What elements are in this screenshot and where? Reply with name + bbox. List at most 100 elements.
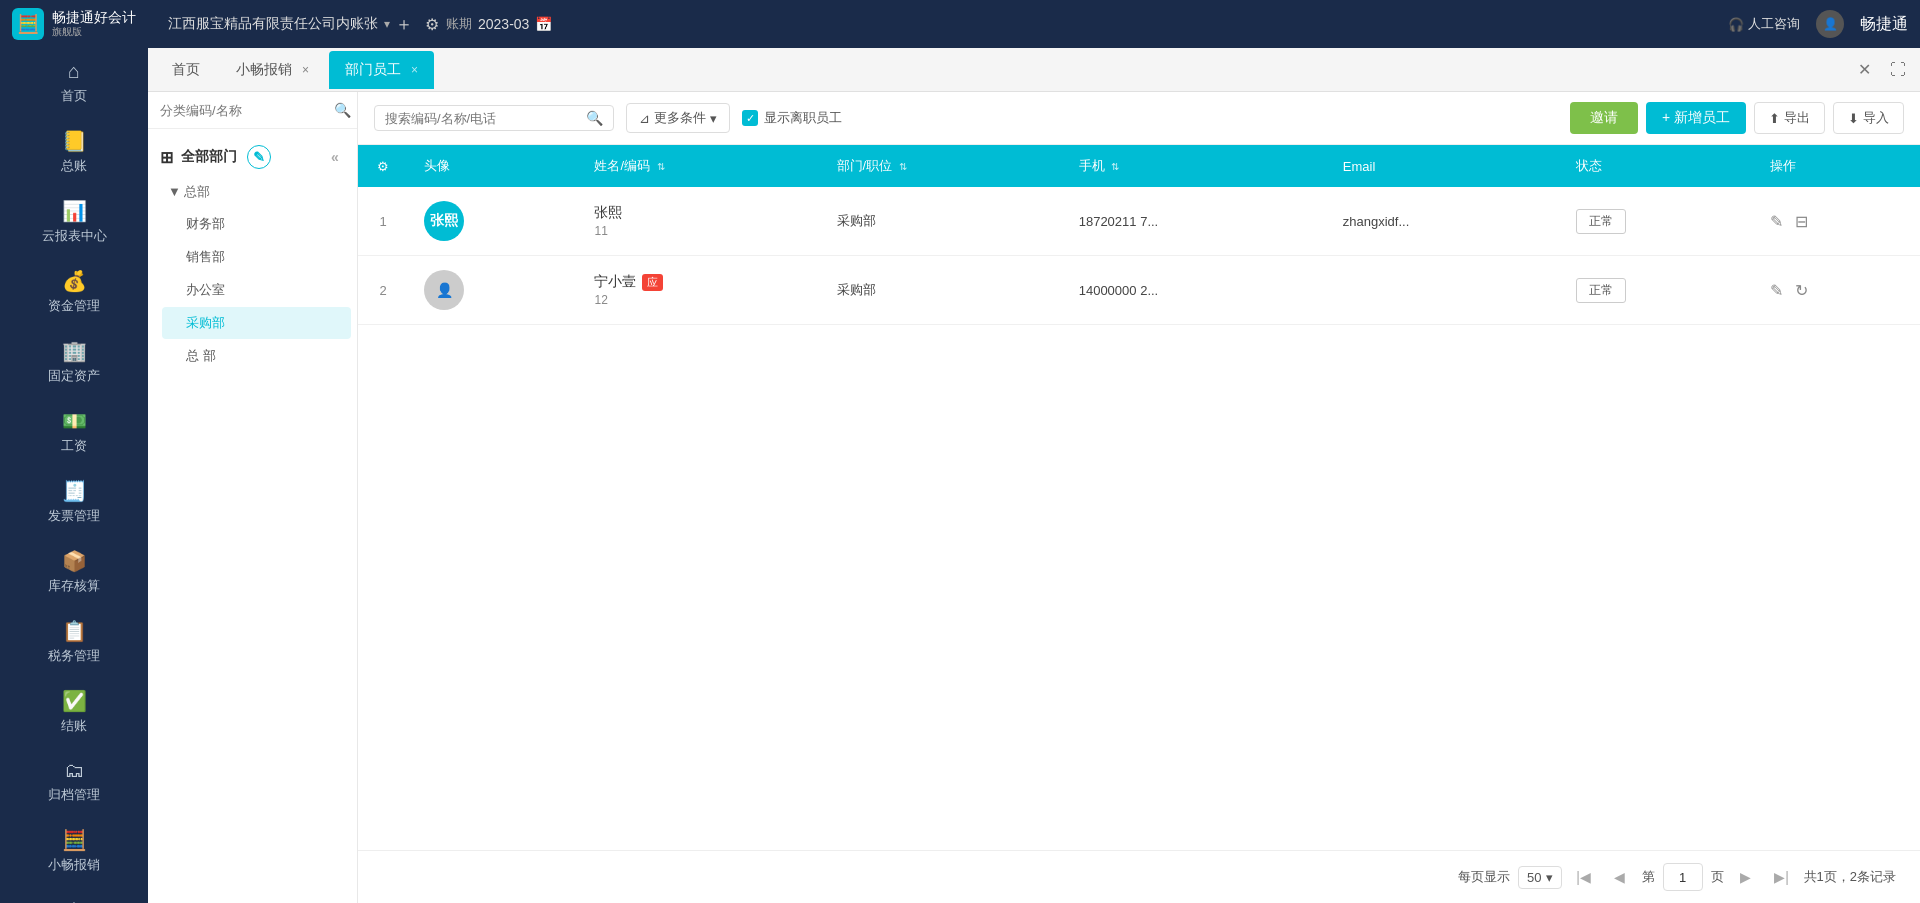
- th-dept[interactable]: 部门/职位 ⇅: [821, 145, 1063, 187]
- employee-table: ⚙ 头像 姓名/编码 ⇅ 部门/职位 ⇅: [358, 145, 1920, 850]
- invite-button[interactable]: 邀请: [1570, 102, 1638, 134]
- logo-sub: 旗舰版: [52, 25, 136, 39]
- emp-code-1: 11: [594, 224, 804, 238]
- salary-icon: 💵: [62, 409, 87, 433]
- dept-all-row[interactable]: ⊞ 全部部门 ✎ «: [148, 137, 357, 177]
- row-name-cell-1: 张熙 11: [578, 187, 820, 256]
- dept-collapse-button[interactable]: «: [325, 147, 345, 167]
- sidebar-item-archive[interactable]: 🗂 归档管理: [0, 747, 148, 816]
- page-size-select[interactable]: 50 ▾: [1518, 866, 1561, 889]
- page-last-button[interactable]: ▶|: [1768, 863, 1796, 891]
- emp-name-1: 张熙: [594, 204, 804, 222]
- sidebar-item-reports[interactable]: 📊 云报表中心: [0, 187, 148, 257]
- row-status-1: 正常: [1560, 187, 1754, 256]
- edit-icon-2[interactable]: ✎: [1770, 281, 1783, 300]
- th-phone[interactable]: 手机 ⇅: [1063, 145, 1327, 187]
- page-prev-button[interactable]: ◀: [1606, 863, 1634, 891]
- checkout-icon: ✅: [62, 689, 87, 713]
- avatar-gray-2: 👤: [424, 270, 464, 310]
- sidebar-item-home[interactable]: ⌂ 首页: [0, 48, 148, 117]
- sidebar-item-funds[interactable]: 💰 资金管理: [0, 257, 148, 327]
- employee-panel: 🔍 ⊿ 更多条件 ▾ ✓ 显示离职员工 邀请 + 新增员工: [358, 92, 1920, 903]
- th-action: 操作: [1754, 145, 1920, 187]
- settings-icon[interactable]: ⚙: [418, 10, 446, 38]
- add-employee-button[interactable]: + 新增员工: [1646, 102, 1746, 134]
- dept-item-sales[interactable]: 销售部: [162, 241, 351, 273]
- tab-department[interactable]: 部门员工 ×: [329, 51, 434, 89]
- filter-button[interactable]: ⊿ 更多条件 ▾: [626, 103, 730, 133]
- toolbar-right: 邀请 + 新增员工 ⬆ 导出 ⬇ 导入: [1570, 102, 1904, 134]
- show-resigned-toggle[interactable]: ✓ 显示离职员工: [742, 109, 842, 127]
- row-email-1: zhangxidf...: [1327, 187, 1560, 256]
- tab-home[interactable]: 首页: [156, 51, 216, 89]
- sidebar-item-inventory[interactable]: 📦 库存核算: [0, 537, 148, 607]
- dept-search-icon[interactable]: 🔍: [334, 102, 351, 118]
- dept-item-purchase[interactable]: 采购部: [162, 307, 351, 339]
- page-word-label: 页: [1711, 868, 1724, 886]
- dept-item-finance[interactable]: 财务部: [162, 208, 351, 240]
- dept-item-general[interactable]: 总 部: [162, 340, 351, 372]
- export-button[interactable]: ⬆ 导出: [1754, 102, 1825, 134]
- account-period: 账期 2023-03 📅: [446, 15, 552, 33]
- page-size-label: 每页显示: [1458, 868, 1510, 886]
- dept-all-label: 全部部门: [181, 148, 237, 166]
- row-dept-1: 采购部: [821, 187, 1063, 256]
- add-tab-button[interactable]: ＋: [390, 10, 418, 38]
- employee-search-box: 🔍: [374, 105, 614, 131]
- sidebar-label-inventory: 库存核算: [48, 577, 100, 595]
- tab-department-close-icon[interactable]: ×: [411, 63, 418, 77]
- page-first-button[interactable]: |◀: [1570, 863, 1598, 891]
- row-num-1: 1: [358, 187, 408, 256]
- dept-edit-button[interactable]: ✎: [247, 145, 271, 169]
- archive-icon: 🗂: [64, 759, 84, 782]
- sidebar-item-settings[interactable]: ⚙ 基础设置: [0, 886, 148, 903]
- sidebar-label-ledger: 总账: [61, 157, 87, 175]
- calendar-icon[interactable]: 📅: [535, 16, 552, 32]
- page-next-button[interactable]: ▶: [1732, 863, 1760, 891]
- table-header-row: ⚙ 头像 姓名/编码 ⇅ 部门/职位 ⇅: [358, 145, 1920, 187]
- sidebar-item-invoice[interactable]: 🧾 发票管理: [0, 467, 148, 537]
- tab-expense[interactable]: 小畅报销 ×: [220, 51, 325, 89]
- edit-icon-1[interactable]: ✎: [1770, 212, 1783, 231]
- th-email: Email: [1327, 145, 1560, 187]
- export-icon: ⬆: [1769, 111, 1780, 126]
- sidebar-item-salary[interactable]: 💵 工资: [0, 397, 148, 467]
- funds-icon: 💰: [62, 269, 87, 293]
- show-resigned-checkbox[interactable]: ✓: [742, 110, 758, 126]
- ai-consult-button[interactable]: 🎧 人工咨询: [1728, 15, 1800, 33]
- sidebar-item-assets[interactable]: 🏢 固定资产: [0, 327, 148, 397]
- tab-expand-button[interactable]: ⛶: [1884, 56, 1912, 84]
- th-settings[interactable]: ⚙: [358, 145, 408, 187]
- name-code-2: 宁小壹 应 12: [594, 273, 804, 307]
- inventory-icon: 📦: [62, 549, 87, 573]
- action-icons-2: ✎ ↻: [1770, 281, 1904, 300]
- employee-search-input[interactable]: [385, 111, 580, 126]
- dept-item-office[interactable]: 办公室: [162, 274, 351, 306]
- sidebar-label-checkout: 结账: [61, 717, 87, 735]
- ledger-icon: 📒: [62, 129, 87, 153]
- sidebar-item-checkout[interactable]: ✅ 结账: [0, 677, 148, 747]
- tab-close-button[interactable]: ✕: [1850, 56, 1878, 84]
- refresh-icon-2[interactable]: ↻: [1795, 281, 1808, 300]
- sidebar-item-tax[interactable]: 📋 税务管理: [0, 607, 148, 677]
- dept-search-input[interactable]: [160, 103, 328, 118]
- status-badge-1: 正常: [1576, 209, 1626, 234]
- reports-icon: 📊: [62, 199, 87, 223]
- page-size-chevron-icon: ▾: [1546, 870, 1553, 885]
- tab-expense-close-icon[interactable]: ×: [302, 63, 309, 77]
- search-icon[interactable]: 🔍: [586, 110, 603, 126]
- row-action-2: ✎ ↻: [1754, 256, 1920, 325]
- th-name[interactable]: 姓名/编码 ⇅: [578, 145, 820, 187]
- user-avatar: 👤: [1816, 10, 1844, 38]
- name-code-1: 张熙 11: [594, 204, 804, 238]
- row-status-2: 正常: [1560, 256, 1754, 325]
- row-avatar-2: 👤: [408, 256, 578, 325]
- emp-name-2: 宁小壹: [594, 273, 636, 291]
- logout-icon-1[interactable]: ⊟: [1795, 212, 1808, 231]
- sidebar-item-ledger[interactable]: 📒 总账: [0, 117, 148, 187]
- import-button[interactable]: ⬇ 导入: [1833, 102, 1904, 134]
- page-number-input[interactable]: [1663, 863, 1703, 891]
- sidebar-item-expense[interactable]: 🧮 小畅报销: [0, 816, 148, 886]
- headset-icon: 🎧: [1728, 17, 1744, 32]
- header-actions: 🎧 人工咨询 👤 畅捷通: [1728, 10, 1908, 38]
